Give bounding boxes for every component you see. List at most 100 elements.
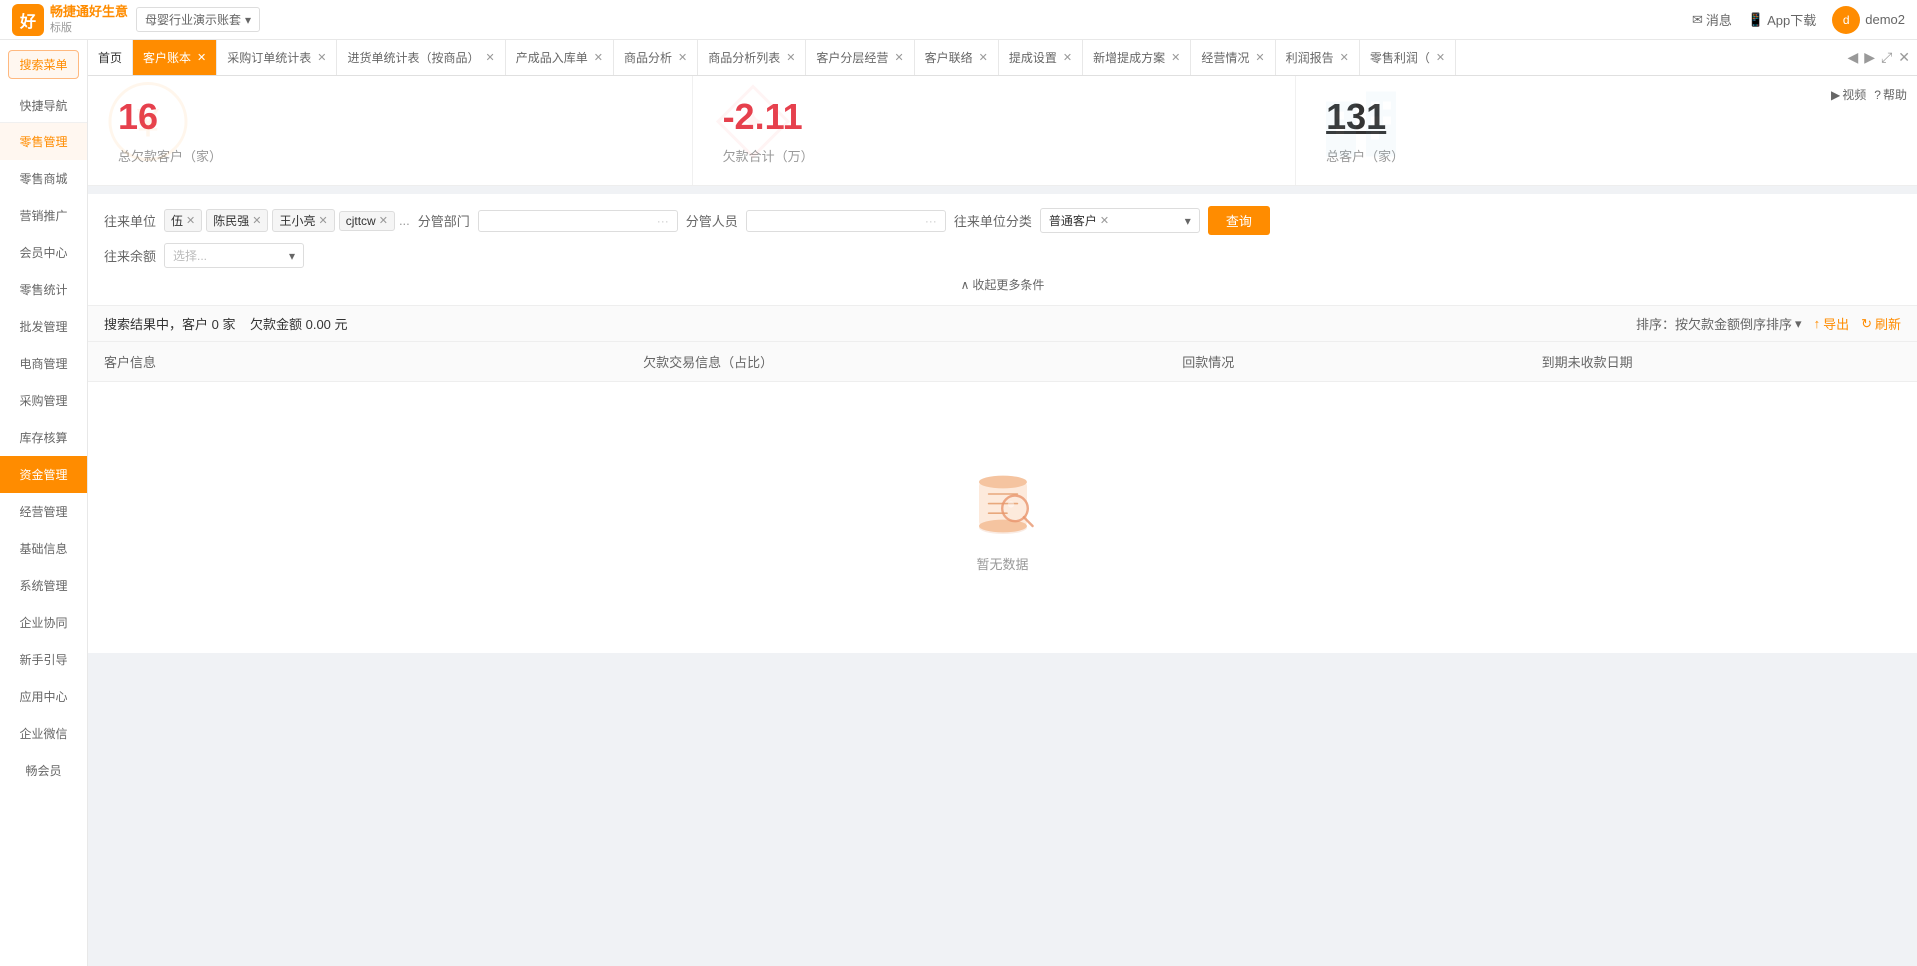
person-filter-label: 分管人员 xyxy=(686,211,738,230)
sidebar-item-operation[interactable]: 经营管理 xyxy=(0,493,87,530)
unit-type-tag-close[interactable]: ✕ xyxy=(1100,214,1109,227)
sidebar-item-new-guide[interactable]: 新手引导 xyxy=(0,641,87,678)
export-icon: ↑ xyxy=(1814,316,1821,331)
tab-close-goods-analysis[interactable]: ✕ xyxy=(678,51,687,64)
export-button[interactable]: ↑ 导出 xyxy=(1814,314,1850,333)
message-btn[interactable]: ✉ 消息 xyxy=(1692,10,1732,29)
tab-accounts[interactable]: 客户账本 ✕ xyxy=(133,40,217,76)
sidebar-item-retail-mall[interactable]: 零售商城 xyxy=(0,160,87,197)
tag-chen-close[interactable]: ✕ xyxy=(252,214,261,227)
tag-wang: 王小亮 ✕ xyxy=(272,209,334,232)
tab-close-production[interactable]: ✕ xyxy=(594,51,603,64)
tab-arrow-left[interactable]: ◀ xyxy=(1845,49,1862,66)
col-debt-info: 欠款交易信息（占比） xyxy=(643,352,1182,371)
person-filter-select[interactable]: ··· xyxy=(746,210,946,232)
tab-promotion-settings[interactable]: 提成设置 ✕ xyxy=(999,40,1083,76)
user-profile[interactable]: d demo2 xyxy=(1832,6,1905,34)
sidebar-item-enterprise-coop[interactable]: 企业协同 xyxy=(0,604,87,641)
sidebar-item-vip[interactable]: 畅会员 xyxy=(0,752,87,789)
logo-text: 畅捷通好生意 标版 xyxy=(50,4,128,35)
tab-production[interactable]: 产成品入库单 ✕ xyxy=(506,40,614,76)
balance-filter-select[interactable]: 选择... ▾ xyxy=(164,243,304,268)
sidebar-item-retail[interactable]: 零售管理 xyxy=(0,123,87,160)
sidebar-item-enterprise-wx[interactable]: 企业微信 xyxy=(0,715,87,752)
tab-retail-profit[interactable]: 零售利润（ ✕ xyxy=(1360,40,1456,76)
stat-total-debt: ✦ -2.11 欠款合计（万） xyxy=(692,76,1296,185)
tab-close-customer-tier[interactable]: ✕ xyxy=(894,51,903,64)
result-actions: 排序：按欠款金额倒序排序 ▾ ↑ 导出 ↻ 刷新 xyxy=(1636,314,1901,333)
query-button[interactable]: 查询 xyxy=(1208,206,1270,235)
empty-state: 暂无数据 xyxy=(88,382,1917,653)
unit-filter-tags: 伍 ✕ 陈民强 ✕ 王小亮 ✕ cjttcw ✕ xyxy=(164,209,410,232)
search-menu-button[interactable]: 搜索菜单 xyxy=(8,50,79,79)
unit-type-chevron: ▾ xyxy=(1185,214,1191,228)
account-selector[interactable]: 母婴行业演示账套 ▾ xyxy=(136,7,260,32)
tab-bar: 首页 客户账本 ✕ 采购订单统计表 ✕ 进货单统计表（按商品） ✕ 产成品入库单… xyxy=(88,40,1917,76)
tab-close-purchase-stat[interactable]: ✕ xyxy=(486,51,495,64)
tab-close-customer-contact[interactable]: ✕ xyxy=(979,51,988,64)
sidebar-item-member[interactable]: 会员中心 xyxy=(0,234,87,271)
sidebar-item-inventory[interactable]: 库存核算 xyxy=(0,419,87,456)
tab-operation-status[interactable]: 经营情况 ✕ xyxy=(1191,40,1275,76)
sidebar-item-finance[interactable]: 资金管理 xyxy=(0,456,87,493)
sidebar-item-system[interactable]: 系统管理 xyxy=(0,567,87,604)
stat-total-customers: 131 总客户（家） xyxy=(1295,76,1917,185)
tab-actions: ◀ ▶ ⤢ ✕ xyxy=(1845,49,1917,66)
tab-profit-report[interactable]: 利润报告 ✕ xyxy=(1276,40,1360,76)
tab-close-operation-status[interactable]: ✕ xyxy=(1255,51,1264,64)
tab-purchase-order[interactable]: 采购订单统计表 ✕ xyxy=(217,40,337,76)
quick-nav-button[interactable]: 快捷导航 xyxy=(0,89,87,123)
tab-close-accounts[interactable]: ✕ xyxy=(197,51,206,64)
tab-new-promotion[interactable]: 新增提成方案 ✕ xyxy=(1083,40,1191,76)
sidebar-item-app-center[interactable]: 应用中心 xyxy=(0,678,87,715)
filter-row-2: 往来余额 选择... ▾ xyxy=(104,243,1901,268)
tab-close-new-promotion[interactable]: ✕ xyxy=(1171,51,1180,64)
page-content: ¥ 16 总欠款客户（家） ✦ -2.11 欠款合计（万） xyxy=(88,76,1917,966)
sidebar-item-basic-info[interactable]: 基础信息 xyxy=(0,530,87,567)
unit-type-select[interactable]: 普通客户 ✕ ▾ xyxy=(1040,208,1200,233)
money-bg-icon: ¥ xyxy=(108,81,188,161)
app-download-btn[interactable]: 📱 App下载 xyxy=(1748,10,1816,29)
dept-more-icon: ··· xyxy=(657,214,669,228)
tab-close-goods-analysis-list[interactable]: ✕ xyxy=(786,51,795,64)
diamond-bg-icon: ✦ xyxy=(713,81,793,161)
tag-chen: 陈民强 ✕ xyxy=(206,209,268,232)
tab-purchase-stat[interactable]: 进货单统计表（按商品） ✕ xyxy=(337,40,505,76)
tag-wu-close[interactable]: ✕ xyxy=(186,214,195,227)
logo-icon: 好 xyxy=(12,4,44,36)
content-area: 首页 客户账本 ✕ 采购订单统计表 ✕ 进货单统计表（按商品） ✕ 产成品入库单… xyxy=(88,40,1917,966)
avatar: d xyxy=(1832,6,1860,34)
sidebar-item-retail-stat[interactable]: 零售统计 xyxy=(0,271,87,308)
help-link[interactable]: ? 帮助 xyxy=(1874,86,1907,103)
unit-type-label: 往来单位分类 xyxy=(954,211,1032,230)
tab-goods-analysis[interactable]: 商品分析 ✕ xyxy=(614,40,698,76)
tab-home[interactable]: 首页 xyxy=(88,40,133,76)
sidebar-item-purchase[interactable]: 采购管理 xyxy=(0,382,87,419)
tag-wu: 伍 ✕ xyxy=(164,209,202,232)
tab-customer-tier[interactable]: 客户分层经营 ✕ xyxy=(806,40,914,76)
tab-arrow-right[interactable]: ▶ xyxy=(1861,49,1878,66)
sidebar-item-ecommerce[interactable]: 电商管理 xyxy=(0,345,87,382)
tab-close-retail-profit[interactable]: ✕ xyxy=(1436,51,1445,64)
collapse-btn[interactable]: ∧ 收起更多条件 xyxy=(961,276,1045,293)
sidebar-item-marketing[interactable]: 营销推广 xyxy=(0,197,87,234)
dept-filter-select[interactable]: ··· xyxy=(478,210,678,232)
tab-goods-analysis-list[interactable]: 商品分析列表 ✕ xyxy=(698,40,806,76)
filter-more-btn[interactable]: ... xyxy=(399,213,410,228)
sidebar: 搜索菜单 快捷导航 零售管理 零售商城 营销推广 会员中心 零售统计 批发管理 … xyxy=(0,40,88,966)
tab-customer-contact[interactable]: 客户联络 ✕ xyxy=(915,40,999,76)
tab-maximize[interactable]: ⤢ xyxy=(1878,49,1895,66)
sort-select[interactable]: 排序：按欠款金额倒序排序 ▾ xyxy=(1636,314,1802,333)
sidebar-item-batch[interactable]: 批发管理 xyxy=(0,308,87,345)
refresh-button[interactable]: ↻ 刷新 xyxy=(1861,314,1901,333)
tab-close-purchase-order[interactable]: ✕ xyxy=(317,51,326,64)
tag-cjttcw-close[interactable]: ✕ xyxy=(379,214,388,227)
filter-row-1: 往来单位 伍 ✕ 陈民强 ✕ 王小亮 ✕ xyxy=(104,206,1901,235)
tab-close-promotion-settings[interactable]: ✕ xyxy=(1063,51,1072,64)
col-repayment: 回款情况 xyxy=(1182,352,1541,371)
tab-close-profit-report[interactable]: ✕ xyxy=(1340,51,1349,64)
video-link[interactable]: ▶ 视频 xyxy=(1831,86,1866,103)
top-bar-left: 好 畅捷通好生意 标版 母婴行业演示账套 ▾ xyxy=(12,4,260,36)
tab-close-all[interactable]: ✕ xyxy=(1895,49,1913,66)
tag-wang-close[interactable]: ✕ xyxy=(319,214,328,227)
